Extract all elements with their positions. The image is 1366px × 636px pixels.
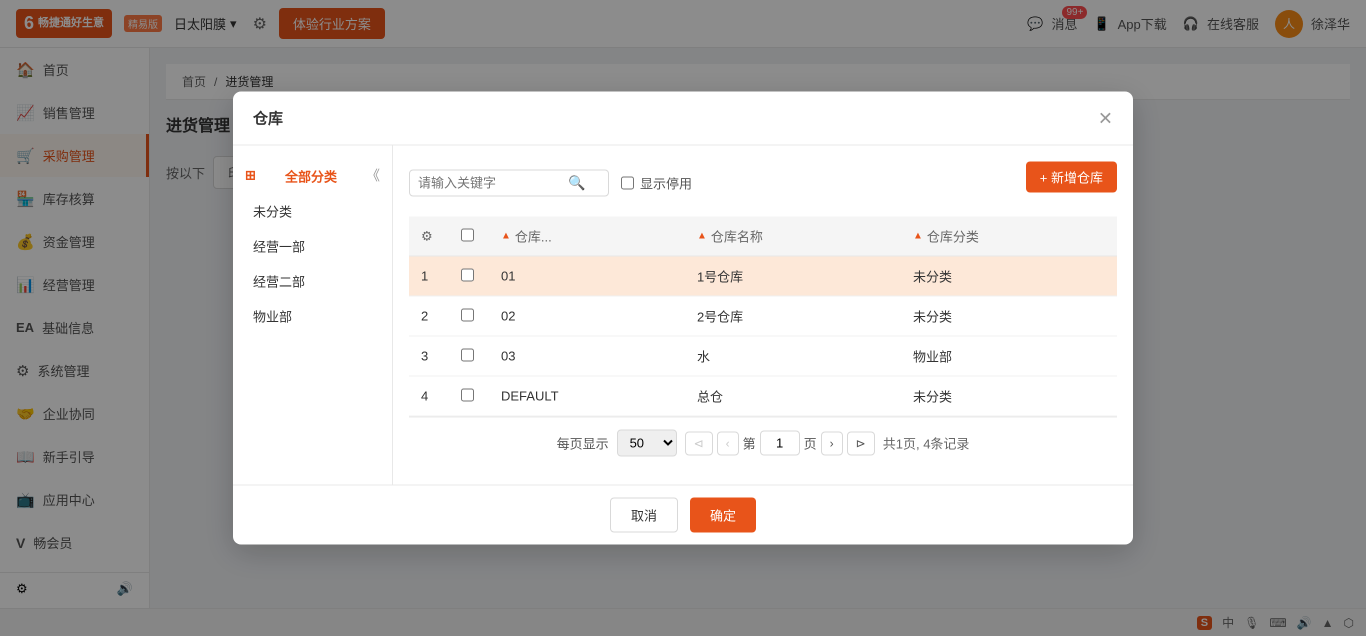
th-category-label: 仓库分类 xyxy=(927,227,979,246)
warehouse-table: ⚙ ▲ 仓库... ▲ 仓库名称 xyxy=(409,217,1117,417)
table-row[interactable]: 4 DEFAULT 总仓 未分类 xyxy=(409,376,1117,416)
warehouse-modal: 仓库 ✕ ⊞ 全部分类 《 未分类 经营一部 经营二部 物业部 xyxy=(233,92,1133,545)
row-checkbox xyxy=(449,336,489,376)
modal-sidebar-all-category[interactable]: ⊞ 全部分类 《 xyxy=(233,158,392,194)
th-code: ▲ 仓库... xyxy=(489,217,685,257)
table-row[interactable]: 3 03 水 物业部 xyxy=(409,336,1117,376)
page-unit: 页 xyxy=(804,434,817,453)
modal-sidebar-item-property[interactable]: 物业部 xyxy=(233,299,392,334)
row-num: 2 xyxy=(409,296,449,336)
page-prev-button[interactable]: ‹ xyxy=(717,431,739,455)
th-code-label: 仓库... xyxy=(515,227,552,246)
table: ⚙ ▲ 仓库... ▲ 仓库名称 xyxy=(409,217,1117,417)
pagination: 每页显示 50 10 20 100 ⊲ ‹ 第 页 › ⊳ 共1页, 4条记录 xyxy=(409,417,1117,469)
cancel-button[interactable]: 取消 xyxy=(610,498,678,533)
page-first-button[interactable]: ⊲ xyxy=(685,431,713,455)
row-checkbox xyxy=(449,376,489,416)
th-category-sort[interactable]: ▲ 仓库分类 xyxy=(913,227,1105,246)
modal-sidebar: ⊞ 全部分类 《 未分类 经营一部 经营二部 物业部 xyxy=(233,146,393,485)
table-head: ⚙ ▲ 仓库... ▲ 仓库名称 xyxy=(409,217,1117,257)
modal-main: 🔍 显示停用 + 新增仓库 ⚙ xyxy=(393,146,1133,485)
search-input[interactable] xyxy=(418,176,568,191)
table-body: 1 01 1号仓库 未分类 2 02 2号仓库 未分类 xyxy=(409,256,1117,416)
row-category: 未分类 xyxy=(901,296,1117,336)
modal-sidebar-item-ops1[interactable]: 经营一部 xyxy=(233,229,392,264)
th-settings: ⚙ xyxy=(409,217,449,257)
per-page-label: 每页显示 xyxy=(557,434,609,453)
modal-sidebar-item-ops2[interactable]: 经营二部 xyxy=(233,264,392,299)
row-name: 1号仓库 xyxy=(685,256,901,296)
page-navigation: ⊲ ‹ 第 页 › ⊳ xyxy=(685,431,875,456)
table-row[interactable]: 2 02 2号仓库 未分类 xyxy=(409,296,1117,336)
page-next-button[interactable]: › xyxy=(821,431,843,455)
th-checkbox xyxy=(449,217,489,257)
modal-close-button[interactable]: ✕ xyxy=(1098,109,1113,127)
th-name: ▲ 仓库名称 xyxy=(685,217,901,257)
row-category: 未分类 xyxy=(901,256,1117,296)
row-code: 02 xyxy=(489,296,685,336)
row-code: DEFAULT xyxy=(489,376,685,416)
page-number-input[interactable] xyxy=(760,431,800,456)
page-label: 第 xyxy=(743,434,756,453)
modal-sidebar-item-unclassified[interactable]: 未分类 xyxy=(233,194,392,229)
collapse-sidebar-button[interactable]: 《 xyxy=(366,166,380,186)
modal-confirm-section: 取消 确定 xyxy=(233,485,1133,545)
row-checkbox xyxy=(449,296,489,336)
table-row[interactable]: 1 01 1号仓库 未分类 xyxy=(409,256,1117,296)
row-code: 03 xyxy=(489,336,685,376)
name-sort-icon: ▲ xyxy=(697,231,707,242)
grid-icon: ⊞ xyxy=(245,168,256,184)
all-category-label: 全部分类 xyxy=(285,166,337,185)
gear-icon: ⚙ xyxy=(421,228,433,243)
show-disabled-label: 显示停用 xyxy=(640,174,692,193)
row-code: 01 xyxy=(489,256,685,296)
th-name-sort[interactable]: ▲ 仓库名称 xyxy=(697,227,889,246)
search-icon[interactable]: 🔍 xyxy=(568,175,585,192)
th-code-sort[interactable]: ▲ 仓库... xyxy=(501,227,673,246)
th-name-label: 仓库名称 xyxy=(711,227,763,246)
row-num: 3 xyxy=(409,336,449,376)
per-page-select[interactable]: 50 10 20 100 xyxy=(617,430,677,457)
table-header-row: ⚙ ▲ 仓库... ▲ 仓库名称 xyxy=(409,217,1117,257)
show-disabled-checkbox[interactable] xyxy=(621,177,634,190)
row-num: 4 xyxy=(409,376,449,416)
modal-toolbar: 🔍 显示停用 + 新增仓库 xyxy=(409,162,1117,205)
row-name: 总仓 xyxy=(685,376,901,416)
row-num: 1 xyxy=(409,256,449,296)
page-last-button[interactable]: ⊳ xyxy=(847,431,875,455)
modal-header: 仓库 ✕ xyxy=(233,92,1133,146)
modal-title: 仓库 xyxy=(253,108,283,129)
row-category: 物业部 xyxy=(901,336,1117,376)
select-all-checkbox[interactable] xyxy=(461,228,474,241)
add-warehouse-button[interactable]: + 新增仓库 xyxy=(1026,162,1117,193)
confirm-button[interactable]: 确定 xyxy=(690,498,756,533)
page-total: 共1页, 4条记录 xyxy=(883,434,970,453)
search-input-wrap: 🔍 xyxy=(409,170,609,197)
modal-body: ⊞ 全部分类 《 未分类 经营一部 经营二部 物业部 🔍 xyxy=(233,146,1133,485)
row-category: 未分类 xyxy=(901,376,1117,416)
row-name: 2号仓库 xyxy=(685,296,901,336)
sort-icon: ▲ xyxy=(501,231,511,242)
row-checkbox xyxy=(449,256,489,296)
row-name: 水 xyxy=(685,336,901,376)
th-category: ▲ 仓库分类 xyxy=(901,217,1117,257)
show-disabled-checkbox-label[interactable]: 显示停用 xyxy=(621,174,692,193)
category-sort-icon: ▲ xyxy=(913,231,923,242)
